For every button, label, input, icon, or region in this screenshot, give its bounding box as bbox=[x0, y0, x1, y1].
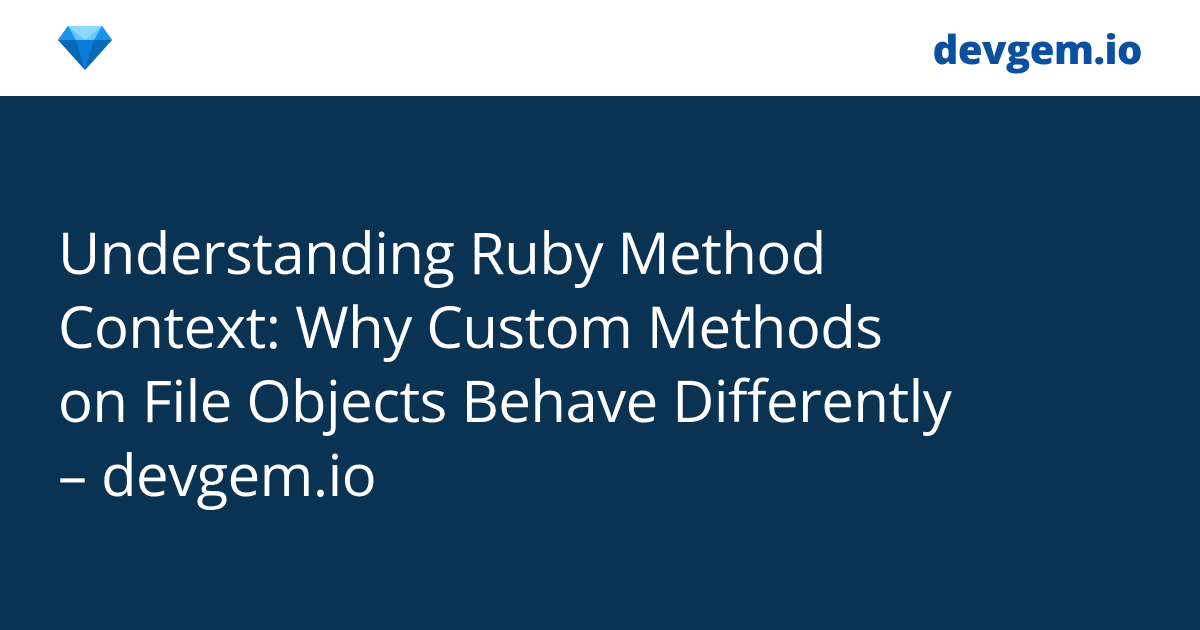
hero-section: Understanding Ruby Method Context: Why C… bbox=[0, 96, 1200, 630]
article-title: Understanding Ruby Method Context: Why C… bbox=[58, 215, 958, 512]
brand-text: devgem.io bbox=[933, 21, 1142, 76]
page-header: devgem.io bbox=[0, 0, 1200, 96]
logo bbox=[58, 26, 112, 70]
gem-icon bbox=[58, 26, 112, 70]
